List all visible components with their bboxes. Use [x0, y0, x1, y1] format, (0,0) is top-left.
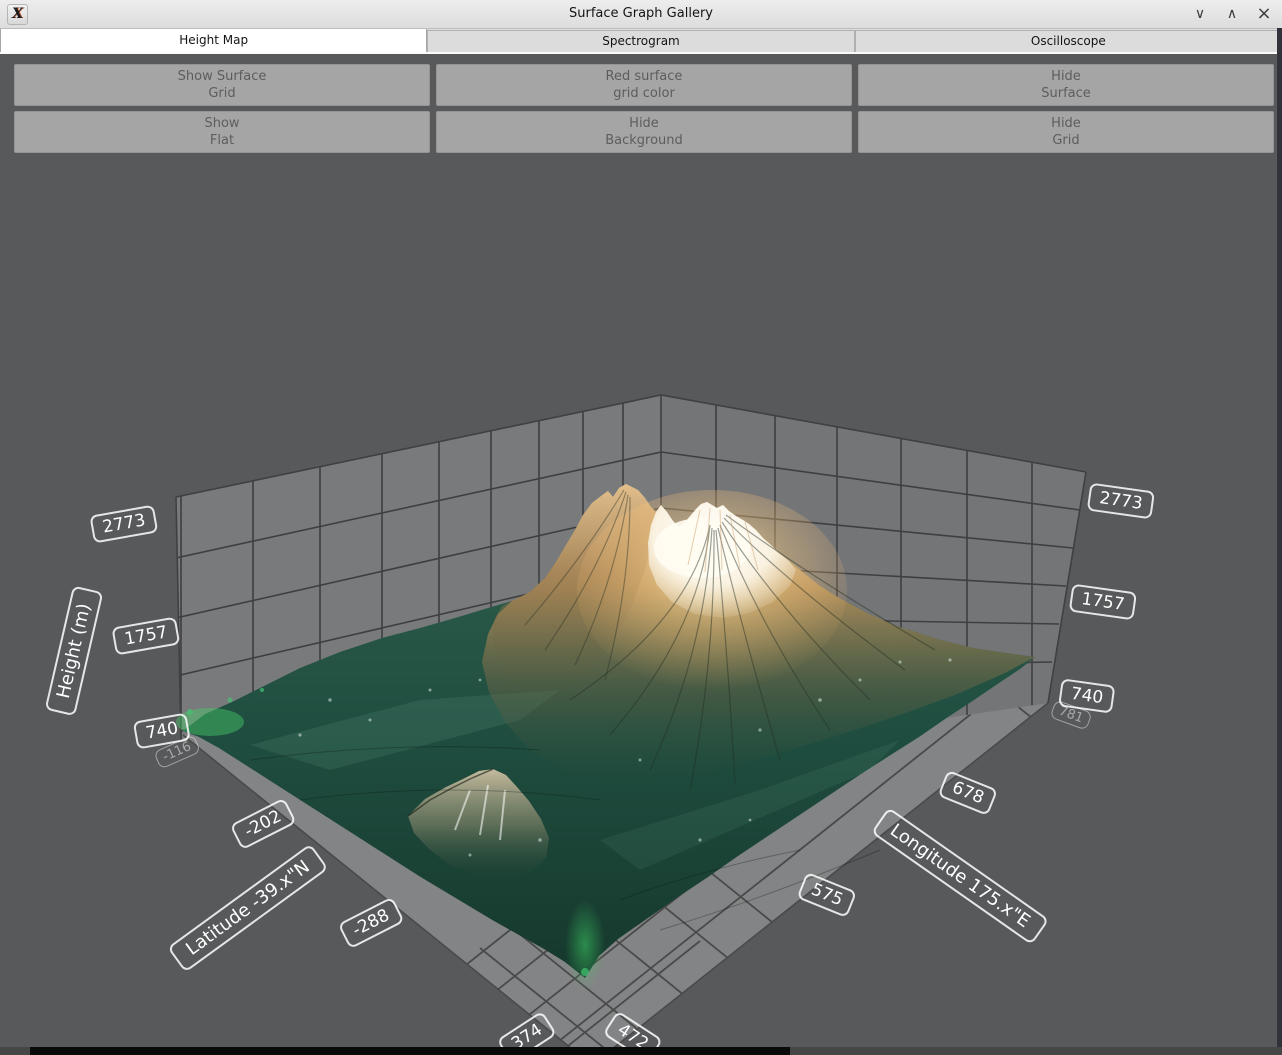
tab-spectrogram[interactable]: Spectrogram [427, 30, 854, 52]
tab-bar: Height Map Spectrogram Oscilloscope [0, 28, 1282, 54]
button-label-line1: Show Surface [15, 68, 429, 85]
hide-grid-button[interactable]: Hide Grid [858, 111, 1274, 153]
button-label-line1: Show [15, 115, 429, 132]
window-controls: ∨ ∧ × [1192, 0, 1272, 28]
hide-background-button[interactable]: Hide Background [436, 111, 852, 153]
maximize-icon[interactable]: ∧ [1224, 0, 1240, 28]
button-label-line2: Flat [15, 132, 429, 149]
window-title: Surface Graph Gallery [0, 0, 1282, 28]
minimize-icon[interactable]: ∨ [1192, 0, 1208, 28]
button-label-line2: Grid [859, 132, 1273, 149]
titlebar: X Surface Graph Gallery ∨ ∧ × [0, 0, 1282, 29]
green-accent-left [176, 708, 244, 736]
tab-height-map[interactable]: Height Map [0, 28, 427, 52]
surface-3d-view[interactable] [0, 0, 1282, 1055]
button-label-line1: Hide [859, 68, 1273, 85]
button-label-line2: Surface [859, 85, 1273, 102]
toolbar: Show Surface Grid Red surface grid color… [14, 64, 1274, 153]
close-icon[interactable]: × [1256, 0, 1272, 28]
app-window: 2773 1757 740 -116 Height (m) 2773 1757 … [0, 0, 1282, 1055]
button-label-line2: Background [437, 132, 851, 149]
screen-edge-right [1277, 28, 1282, 1055]
red-surface-grid-color-button[interactable]: Red surface grid color [436, 64, 852, 106]
show-flat-button[interactable]: Show Flat [14, 111, 430, 153]
button-label-line1: Hide [859, 115, 1273, 132]
green-accent-front [565, 900, 605, 990]
button-label-line1: Red surface [437, 68, 851, 85]
tab-oscilloscope[interactable]: Oscilloscope [855, 30, 1282, 52]
button-label-line2: grid color [437, 85, 851, 102]
show-surface-grid-button[interactable]: Show Surface Grid [14, 64, 430, 106]
button-label-line1: Hide [437, 115, 851, 132]
button-label-line2: Grid [15, 85, 429, 102]
hide-surface-button[interactable]: Hide Surface [858, 64, 1274, 106]
background-window-strip [30, 1047, 790, 1055]
